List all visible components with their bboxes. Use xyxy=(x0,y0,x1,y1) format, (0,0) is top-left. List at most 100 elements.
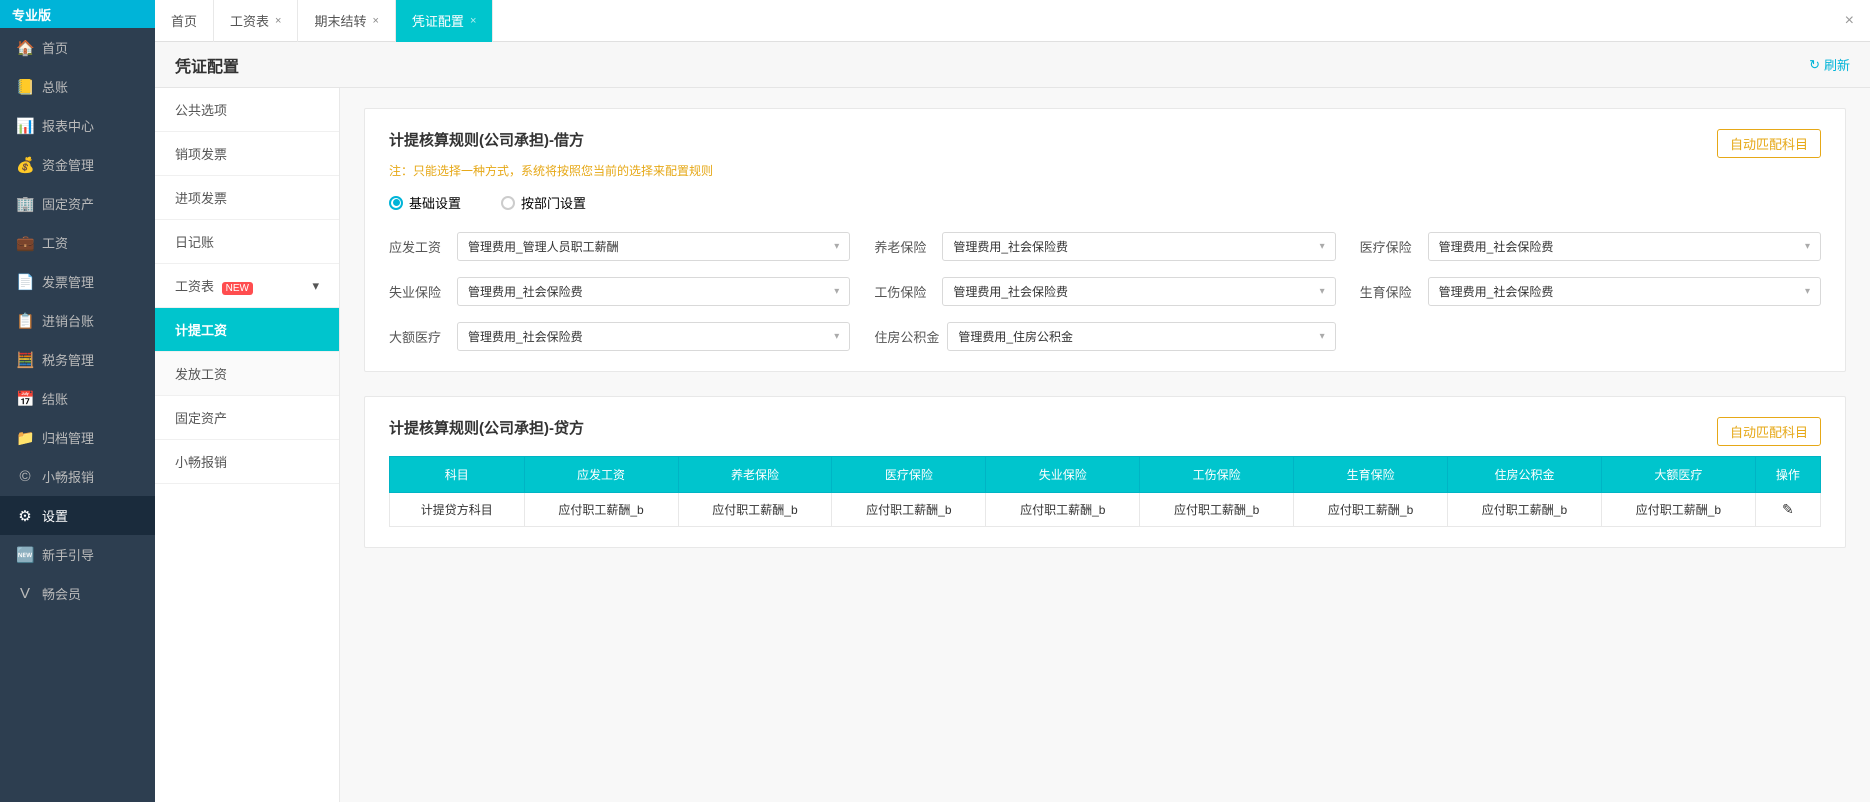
sidebar-item-guide[interactable]: 🆕 新手引导 xyxy=(0,535,155,574)
salary-icon: 💼 xyxy=(16,234,34,252)
table-header-row: 科目 应发工资 养老保险 医疗保险 失业保险 工伤保险 生育保险 住房公积金 大… xyxy=(390,457,1821,493)
sidebar-item-asset[interactable]: 🏢 固定资产 xyxy=(0,184,155,223)
report-icon: 📊 xyxy=(16,117,34,135)
debit-section-note: 注：只能选择一种方式，系统将按照您当前的选择来配置规则 xyxy=(389,162,713,179)
credit-section-top: 计提核算规则(公司承担)-贷方 自动匹配科目 xyxy=(389,417,1821,456)
sidebar-item-close[interactable]: 📅 结账 xyxy=(0,379,155,418)
xiaochang-icon: © xyxy=(16,468,34,485)
select-pension[interactable]: 管理费用_社会保险费 ▾ xyxy=(942,232,1335,261)
radio-basic[interactable]: 基础设置 xyxy=(389,193,461,212)
tab-close-period[interactable]: × xyxy=(372,15,378,27)
td-maternity-val: 应付职工薪酬_b xyxy=(1294,493,1448,527)
select-medical[interactable]: 管理费用_社会保险费 ▾ xyxy=(1428,232,1821,261)
sidebar-item-salary[interactable]: 💼 工资 xyxy=(0,223,155,262)
th-housing: 住房公积金 xyxy=(1448,457,1602,493)
td-medical-val: 应付职工薪酬_b xyxy=(832,493,986,527)
td-unemployment-val: 应付职工薪酬_b xyxy=(986,493,1140,527)
nav-salary-pay[interactable]: 发放工资 xyxy=(155,352,339,396)
sidebar-item-member[interactable]: V 畅会员 xyxy=(0,574,155,613)
tab-salary-table[interactable]: 工资表 × xyxy=(214,0,298,42)
page-title: 凭证配置 xyxy=(175,53,239,77)
th-injury: 工伤保险 xyxy=(1140,457,1294,493)
chevron-medical: ▾ xyxy=(1805,241,1810,252)
radio-dept-circle xyxy=(501,196,515,210)
chevron-salary: ▾ xyxy=(834,241,839,252)
td-subject-label: 计提贷方科目 xyxy=(390,493,525,527)
sidebar-item-tax[interactable]: 🧮 税务管理 xyxy=(0,340,155,379)
th-subject: 科目 xyxy=(390,457,525,493)
left-nav: 公共选项 销项发票 进项发票 日记账 工资表 NEW ▾ 计提工资 xyxy=(155,88,340,802)
main-close-button[interactable]: × xyxy=(1829,0,1870,42)
nav-fixed-asset[interactable]: 固定资产 xyxy=(155,396,339,440)
fund-icon: 💰 xyxy=(16,156,34,174)
nav-salary-table[interactable]: 工资表 NEW ▾ xyxy=(155,264,339,308)
credit-table: 科目 应发工资 养老保险 医疗保险 失业保险 工伤保险 生育保险 住房公积金 大… xyxy=(389,456,1821,527)
credit-section: 计提核算规则(公司承担)-贷方 自动匹配科目 科目 应发工资 养老保险 医疗保险… xyxy=(364,396,1846,548)
chevron-maternity: ▾ xyxy=(1805,286,1810,297)
select-major-medical[interactable]: 管理费用_社会保险费 ▾ xyxy=(457,322,850,351)
radio-dept[interactable]: 按部门设置 xyxy=(501,193,586,212)
nav-salary-calc[interactable]: 计提工资 xyxy=(155,308,339,352)
form-item-medical: 医疗保险 管理费用_社会保险费 ▾ xyxy=(1360,232,1821,261)
settings-icon: ⚙ xyxy=(16,507,34,525)
td-operation[interactable]: ✎ xyxy=(1755,493,1820,527)
td-major-medical-val: 应付职工薪酬_b xyxy=(1601,493,1755,527)
debit-section-title: 计提核算规则(公司承担)-借方 xyxy=(389,129,713,150)
table-row: 计提贷方科目 应付职工薪酬_b 应付职工薪酬_b 应付职工薪酬_b 应付职工薪酬… xyxy=(390,493,1821,527)
sidebar-item-report[interactable]: 📊 报表中心 xyxy=(0,106,155,145)
chevron-down-icon: ▾ xyxy=(312,278,319,294)
sidebar-item-sales[interactable]: 📋 进销台账 xyxy=(0,301,155,340)
chevron-housing: ▾ xyxy=(1320,331,1325,342)
tab-voucher-config[interactable]: 凭证配置 × xyxy=(396,0,493,42)
credit-section-title: 计提核算规则(公司承担)-贷方 xyxy=(389,417,584,438)
edit-icon[interactable]: ✎ xyxy=(1782,501,1794,517)
debit-section: 计提核算规则(公司承担)-借方 注：只能选择一种方式，系统将按照您当前的选择来配… xyxy=(364,108,1846,372)
select-salary[interactable]: 管理费用_管理人员职工薪酬 ▾ xyxy=(457,232,850,261)
form-item-maternity: 生育保险 管理费用_社会保险费 ▾ xyxy=(1360,277,1821,306)
sidebar-item-settings[interactable]: ⚙ 设置 xyxy=(0,496,155,535)
select-maternity[interactable]: 管理费用_社会保险费 ▾ xyxy=(1428,277,1821,306)
sidebar-item-archive[interactable]: 📁 归档管理 xyxy=(0,418,155,457)
nav-sales-invoice[interactable]: 销项发票 xyxy=(155,132,339,176)
td-housing-val: 应付职工薪酬_b xyxy=(1448,493,1602,527)
sidebar-item-ledger[interactable]: 📒 总账 xyxy=(0,67,155,106)
main-content: 计提核算规则(公司承担)-借方 注：只能选择一种方式，系统将按照您当前的选择来配… xyxy=(340,88,1870,802)
tab-home[interactable]: 首页 xyxy=(155,0,214,42)
ledger-icon: 📒 xyxy=(16,78,34,96)
nav-journal[interactable]: 日记账 xyxy=(155,220,339,264)
form-item-major-medical: 大额医疗 管理费用_社会保险费 ▾ xyxy=(389,322,850,351)
td-pension-val: 应付职工薪酬_b xyxy=(678,493,832,527)
th-unemployment: 失业保险 xyxy=(986,457,1140,493)
form-item-injury: 工伤保险 管理费用_社会保险费 ▾ xyxy=(874,277,1335,306)
tab-period-close[interactable]: 期末结转 × xyxy=(298,0,395,42)
nav-purchase-invoice[interactable]: 进项发票 xyxy=(155,176,339,220)
refresh-button[interactable]: ↻ 刷新 xyxy=(1809,55,1850,74)
refresh-icon: ↻ xyxy=(1809,57,1820,73)
chevron-major-medical: ▾ xyxy=(834,331,839,342)
debit-section-top: 计提核算规则(公司承担)-借方 注：只能选择一种方式，系统将按照您当前的选择来配… xyxy=(389,129,1821,193)
sidebar-item-invoice[interactable]: 📄 发票管理 xyxy=(0,262,155,301)
select-housing[interactable]: 管理费用_住房公积金 ▾ xyxy=(947,322,1335,351)
credit-auto-match-button[interactable]: 自动匹配科目 xyxy=(1717,417,1821,446)
main-area: 首页 工资表 × 期末结转 × 凭证配置 × × 凭证配置 ↻ 刷新 公共选项 xyxy=(155,0,1870,802)
th-salary: 应发工资 xyxy=(524,457,678,493)
tab-close-voucher[interactable]: × xyxy=(470,15,476,27)
archive-icon: 📁 xyxy=(16,429,34,447)
invoice-icon: 📄 xyxy=(16,273,34,291)
tab-close-salary[interactable]: × xyxy=(275,15,281,27)
sidebar-item-home[interactable]: 🏠 首页 xyxy=(0,28,155,67)
sidebar-item-fund[interactable]: 💰 资金管理 xyxy=(0,145,155,184)
th-major-medical: 大额医疗 xyxy=(1601,457,1755,493)
debit-auto-match-button[interactable]: 自动匹配科目 xyxy=(1717,129,1821,158)
form-item-pension: 养老保险 管理费用_社会保险费 ▾ xyxy=(874,232,1335,261)
chevron-pension: ▾ xyxy=(1320,241,1325,252)
form-item-housing: 住房公积金 管理费用_住房公积金 ▾ xyxy=(874,322,1335,351)
form-item-unemployment: 失业保险 管理费用_社会保险费 ▾ xyxy=(389,277,850,306)
nav-public[interactable]: 公共选项 xyxy=(155,88,339,132)
nav-xiaochang[interactable]: 小畅报销 xyxy=(155,440,339,484)
debit-section-left: 计提核算规则(公司承担)-借方 注：只能选择一种方式，系统将按照您当前的选择来配… xyxy=(389,129,713,193)
sidebar-item-xiaochang[interactable]: © 小畅报销 xyxy=(0,457,155,496)
select-injury[interactable]: 管理费用_社会保险费 ▾ xyxy=(942,277,1335,306)
select-unemployment[interactable]: 管理费用_社会保险费 ▾ xyxy=(457,277,850,306)
radio-basic-circle xyxy=(389,196,403,210)
